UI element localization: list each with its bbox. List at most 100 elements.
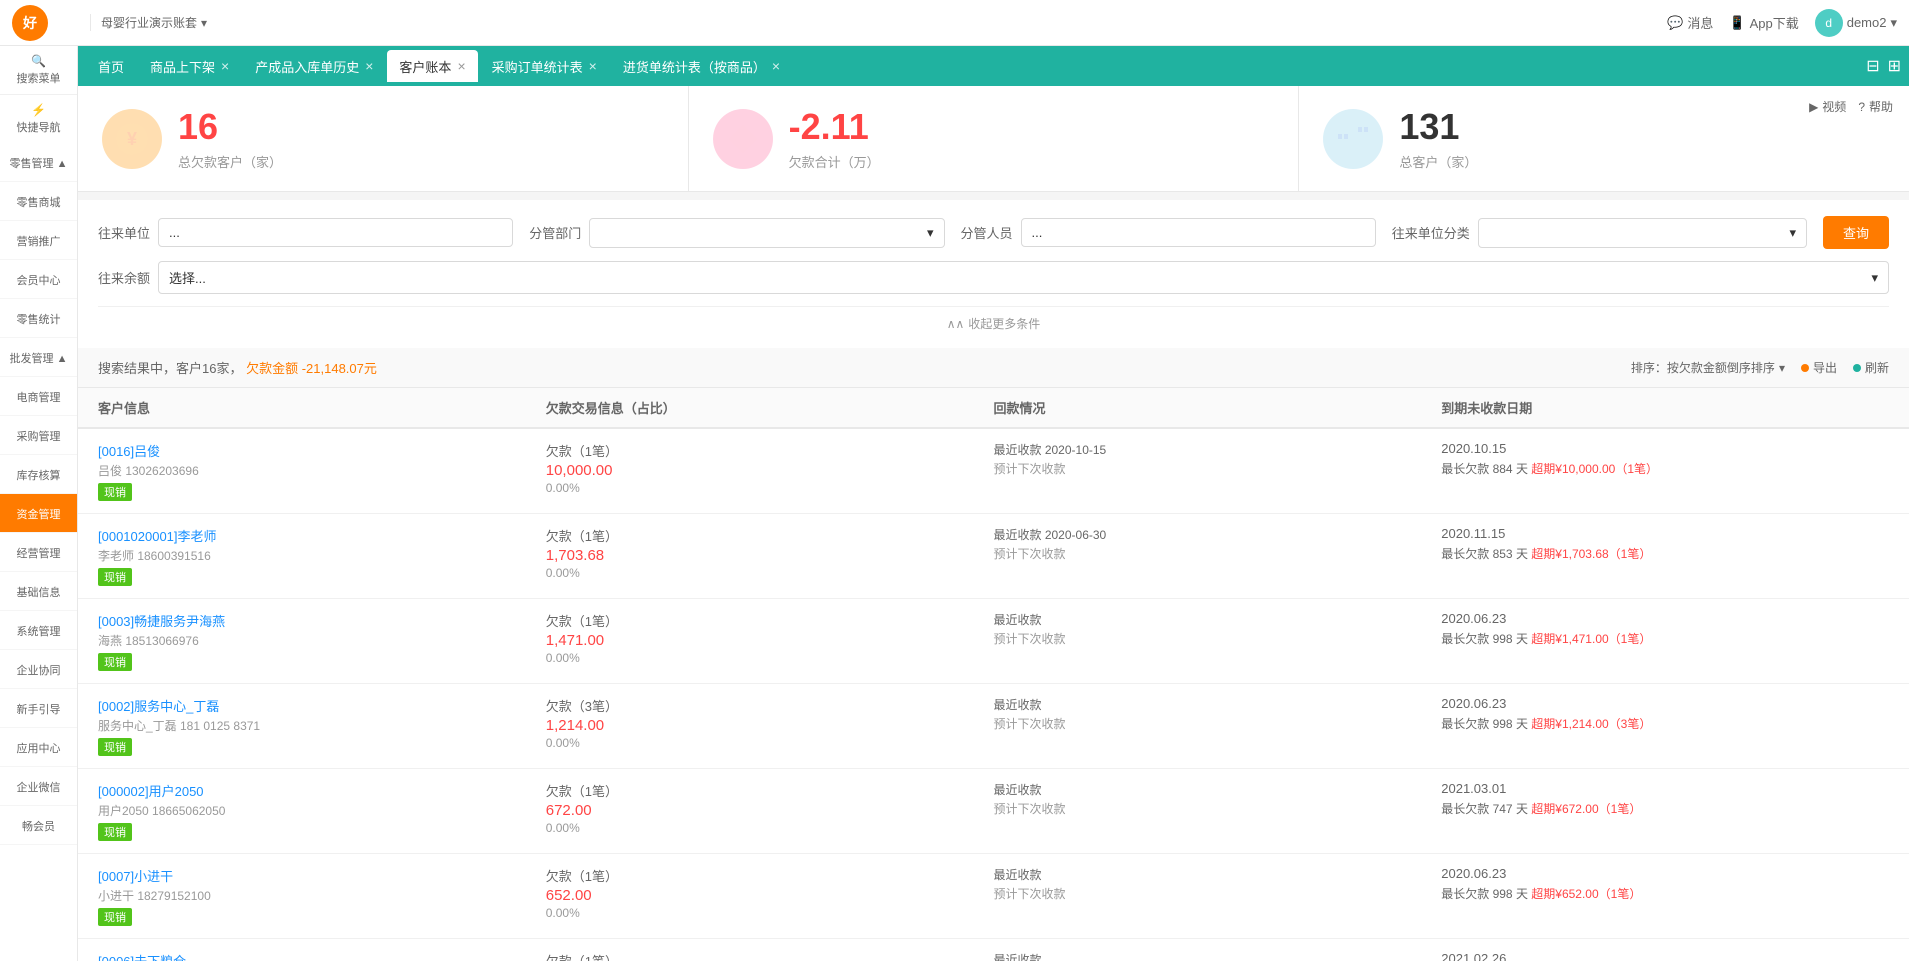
sidebar-item-batch-mgmt[interactable]: 批发管理 ▲ [0, 338, 77, 377]
debt-amount-1[interactable]: 1,703.68 [546, 547, 994, 564]
expand-tabs-icon[interactable]: ⊞ [1888, 56, 1901, 76]
due-date-5: 2020.06.23 [1441, 866, 1889, 881]
sidebar-quick-nav[interactable]: ⚡ 快捷导航 [0, 95, 77, 143]
stat-icon-building [1323, 109, 1383, 169]
sidebar-item-system[interactable]: 系统管理 [0, 611, 77, 650]
chevron-down-dept: ▾ [927, 225, 934, 241]
cell-debt-6: 欠款（1笔） 455.90 0.00% [546, 951, 994, 961]
sidebar-item-member-vip[interactable]: 畅会员 [0, 806, 77, 845]
sidebar-item-retail-mall[interactable]: 零售商城 [0, 182, 77, 221]
tab-purchase-order[interactable]: 采购订单统计表 × [480, 50, 609, 82]
sidebar-item-marketing[interactable]: 营销推广 [0, 221, 77, 260]
sidebar-item-enterprise[interactable]: 企业协同 [0, 650, 77, 689]
user-avatar-area[interactable]: d demo2 ▾ [1815, 9, 1897, 37]
last-payment-2: 最近收款 [994, 611, 1442, 628]
customer-phone-1: 李老师 18600391516 [98, 547, 546, 564]
tab-home[interactable]: 首页 [86, 50, 136, 82]
debt-amount-4[interactable]: 672.00 [546, 802, 994, 819]
debt-amount-3[interactable]: 1,214.00 [546, 717, 994, 734]
customer-name-3[interactable]: [0002]服务中心_丁磊 [98, 696, 546, 715]
refresh-button[interactable]: 刷新 [1853, 359, 1889, 376]
search-button[interactable]: 查询 [1823, 216, 1889, 249]
sidebar-item-ecommerce[interactable]: 电商管理 [0, 377, 77, 416]
app-download-btn[interactable]: 📱 App下载 [1729, 13, 1798, 32]
cell-overdue-5: 2020.06.23 最长欠款 998 天 超期¥652.00（1笔） [1441, 866, 1889, 926]
close-tab-purchase-stats[interactable]: × [772, 58, 780, 74]
results-actions: 排序：按欠款金额倒序排序 ▾ 导出 刷新 [1631, 359, 1889, 376]
sidebar-item-new-guide[interactable]: 新手引导 [0, 689, 77, 728]
results-amount: 欠款金额 -21,148.07元 [246, 361, 377, 376]
unit-category-select[interactable]: ▾ [1478, 218, 1807, 248]
sidebar-item-retail-stats[interactable]: 零售统计 [0, 299, 77, 338]
sidebar-item-app-center[interactable]: 应用中心 [0, 728, 77, 767]
header-overdue: 到期未收款日期 [1441, 398, 1889, 417]
overdue-link-0[interactable]: 超期¥10,000.00（1笔） [1531, 462, 1658, 476]
sidebar-item-inventory[interactable]: 库存核算 [0, 455, 77, 494]
customer-name-0[interactable]: [0016]吕俊 [98, 441, 546, 460]
cell-overdue-1: 2020.11.15 最长欠款 853 天 超期¥1,703.68（1笔） [1441, 526, 1889, 586]
header-payback: 回款情况 [994, 398, 1442, 417]
sidebar-item-finance[interactable]: 资金管理 [0, 494, 77, 533]
debt-percent-0: 0.00% [546, 481, 994, 495]
avatar: d [1815, 9, 1843, 37]
customer-name-2[interactable]: [0003]畅捷服务尹海燕 [98, 611, 546, 630]
cell-customer-2: [0003]畅捷服务尹海燕 海燕 18513066976 现销 [98, 611, 546, 671]
sidebar-item-basic-info[interactable]: 基础信息 [0, 572, 77, 611]
debt-amount-5[interactable]: 652.00 [546, 887, 994, 904]
customer-tag-3: 现销 [98, 738, 132, 756]
tab-customer-account[interactable]: 客户账本 × [387, 50, 477, 82]
close-tab-customer-account[interactable]: × [457, 58, 465, 74]
source-unit-input[interactable]: ... [158, 218, 513, 247]
debt-amount-2[interactable]: 1,471.00 [546, 632, 994, 649]
overdue-link-1[interactable]: 超期¥1,703.68（1笔） [1531, 547, 1651, 561]
cell-payback-6: 最近收款 预计下次收款 [994, 951, 1442, 961]
video-btn[interactable]: ▶ 视频 [1809, 98, 1846, 115]
tab-purchase-stats[interactable]: 进货单统计表（按商品） × [611, 50, 792, 82]
stat-card-overdue-customers: ¥ 16 总欠款客户（家） [78, 86, 689, 191]
dept-select[interactable]: ▾ [589, 218, 944, 248]
tab-actions: ⊟ ⊞ [1866, 56, 1901, 76]
close-tab-purchase-order[interactable]: × [589, 58, 597, 74]
sidebar-item-retail-mgmt[interactable]: 零售管理 ▲ [0, 143, 77, 182]
content-area: 首页 商品上下架 × 产成品入库单历史 × 客户账本 × 采购订单统计表 × [78, 46, 1909, 961]
header-customer: 客户信息 [98, 398, 546, 417]
export-button[interactable]: 导出 [1801, 359, 1837, 376]
customer-name-5[interactable]: [0007]小进干 [98, 866, 546, 885]
overdue-link-3[interactable]: 超期¥1,214.00（3笔） [1531, 717, 1651, 731]
close-tab-production-history[interactable]: × [365, 58, 373, 74]
data-table: 客户信息 欠款交易信息（占比） 回款情况 到期未收款日期 [0016]吕俊 吕俊… [78, 388, 1909, 961]
collapse-tabs-icon[interactable]: ⊟ [1866, 56, 1879, 76]
filter-section: 往来单位 ... 分管部门 ▾ [78, 200, 1909, 348]
quick-nav-icon: ⚡ [4, 103, 73, 117]
store-selector[interactable]: 母婴行业演示账套 ▾ [90, 14, 221, 31]
balance-select[interactable]: 选择... ▾ [158, 261, 1889, 294]
customer-name-4[interactable]: [000002]用户2050 [98, 781, 546, 800]
debt-amount-0[interactable]: 10,000.00 [546, 462, 994, 479]
sort-button[interactable]: 排序：按欠款金额倒序排序 ▾ [1631, 359, 1785, 376]
next-payment-0: 预计下次收款 [994, 460, 1442, 477]
sidebar-item-operations[interactable]: 经营管理 [0, 533, 77, 572]
tab-product-offline[interactable]: 商品上下架 × [138, 50, 241, 82]
collapse-button[interactable]: ∧∧ 收起更多条件 [947, 315, 1041, 332]
cell-payback-1: 最近收款 2020-06-30 预计下次收款 [994, 526, 1442, 586]
sidebar-item-wecom[interactable]: 企业微信 [0, 767, 77, 806]
header-debt: 欠款交易信息（占比） [546, 398, 994, 417]
customer-name-6[interactable]: [0006]去下粮仓 [98, 951, 546, 961]
last-payment-1: 最近收款 2020-06-30 [994, 526, 1442, 543]
overdue-link-5[interactable]: 超期¥652.00（1笔） [1531, 887, 1641, 901]
table-row: [0007]小进干 小进干 18279152100 现销 欠款（1笔） 652.… [78, 854, 1909, 939]
tab-production-history[interactable]: 产成品入库单历史 × [243, 50, 385, 82]
cell-debt-3: 欠款（3笔） 1,214.00 0.00% [546, 696, 994, 756]
overdue-link-4[interactable]: 超期¥672.00（1笔） [1531, 802, 1641, 816]
stat-label-amount: 欠款合计（万） [789, 152, 880, 171]
person-input[interactable]: ... [1021, 218, 1376, 247]
customer-name-1[interactable]: [0001020001]李老师 [98, 526, 546, 545]
message-btn[interactable]: 💬 消息 [1667, 13, 1713, 32]
help-btn[interactable]: ? 帮助 [1858, 98, 1893, 115]
sidebar-search[interactable]: 🔍 搜索菜单 [0, 46, 77, 95]
sidebar-item-purchase[interactable]: 采购管理 [0, 416, 77, 455]
cell-debt-5: 欠款（1笔） 652.00 0.00% [546, 866, 994, 926]
overdue-link-2[interactable]: 超期¥1,471.00（1笔） [1531, 632, 1651, 646]
close-tab-product-offline[interactable]: × [221, 58, 229, 74]
sidebar-item-member[interactable]: 会员中心 [0, 260, 77, 299]
